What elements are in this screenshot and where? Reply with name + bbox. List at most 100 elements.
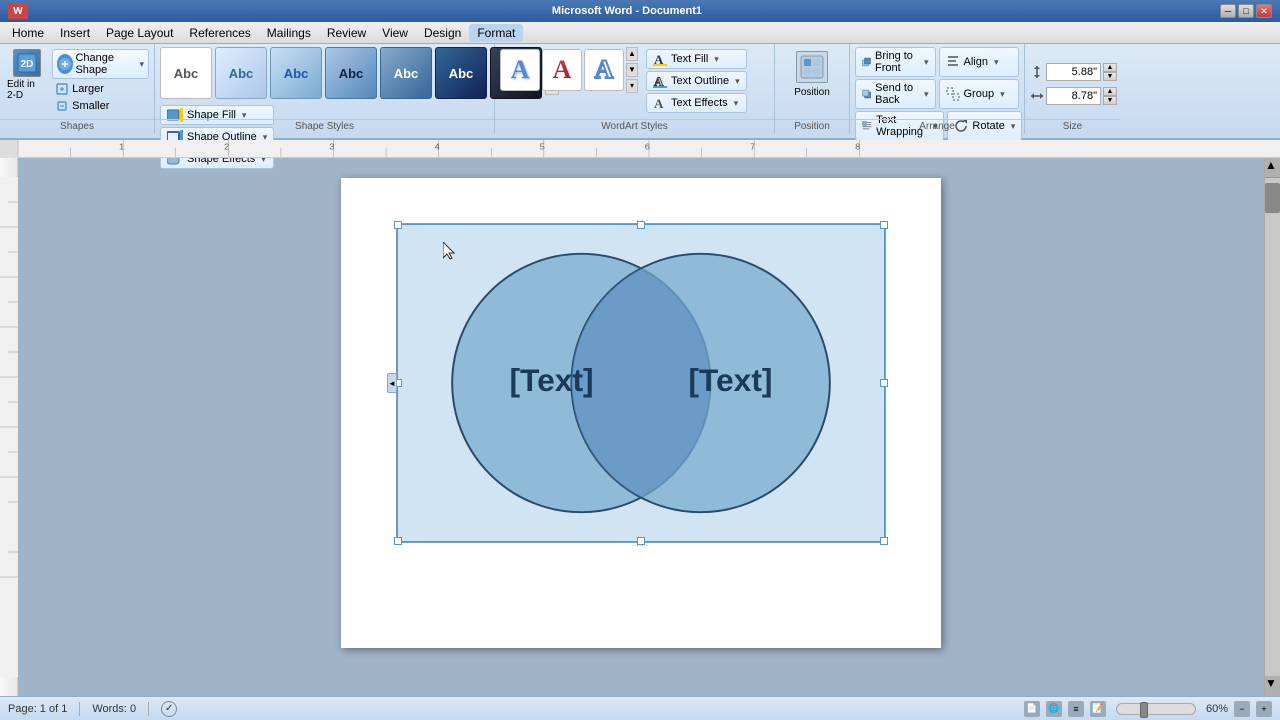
- height-spinner: ▲ ▼: [1103, 63, 1117, 81]
- swatch-5[interactable]: Abc: [380, 47, 432, 99]
- position-content: Position: [780, 47, 844, 120]
- height-icon: [1030, 65, 1044, 79]
- scroll-thumb[interactable]: [1265, 183, 1280, 213]
- svg-text:4: 4: [434, 142, 439, 151]
- bring-to-front-button[interactable]: Bring to Front ▾: [855, 47, 936, 77]
- svg-text:5: 5: [540, 142, 545, 151]
- menu-references[interactable]: References: [181, 24, 258, 42]
- menu-design[interactable]: Design: [416, 24, 469, 42]
- document: [Text] [Text] ···· ···· ◄: [341, 178, 941, 648]
- handle-middle-right[interactable]: [880, 379, 888, 387]
- arrange-group: Bring to Front ▾ Align ▾ Send to Back ▾: [850, 44, 1025, 134]
- text-fill-button[interactable]: A Text Fill ▾: [646, 49, 747, 69]
- menu-bar: Home Insert Page Layout References Maili…: [0, 22, 1280, 44]
- canvas-area[interactable]: [Text] [Text] ···· ···· ◄: [18, 158, 1264, 696]
- swatch-6[interactable]: Abc: [435, 47, 487, 99]
- handle-top-right[interactable]: [880, 221, 888, 229]
- shapes-group-title: Shapes: [0, 119, 154, 132]
- collapse-handle-left[interactable]: ◄: [387, 373, 397, 393]
- menu-home[interactable]: Home: [4, 24, 52, 42]
- send-back-arrow: ▾: [924, 89, 929, 100]
- text-fill-icon: A: [653, 52, 667, 66]
- title-bar-text: Microsoft Word - Document1: [34, 5, 1220, 17]
- app-icon: W: [8, 3, 28, 19]
- view-outline-icon[interactable]: ≡: [1068, 701, 1084, 717]
- swatch-2[interactable]: Abc: [215, 47, 267, 99]
- wordart-style-3[interactable]: A: [584, 49, 624, 91]
- text-effects-label: Text Effects: [671, 97, 728, 109]
- zoom-in-icon[interactable]: +: [1256, 701, 1272, 717]
- wordart-down[interactable]: ▼: [626, 63, 638, 77]
- menu-review[interactable]: Review: [319, 24, 374, 42]
- view-draft-icon[interactable]: 📝: [1090, 701, 1106, 717]
- larger-icon: [56, 83, 68, 95]
- group-button[interactable]: Group ▾: [939, 79, 1020, 109]
- swatch-1[interactable]: Abc: [160, 47, 212, 99]
- wordart-title: WordArt Styles: [495, 119, 774, 132]
- view-normal-icon[interactable]: 📄: [1024, 701, 1040, 717]
- title-bar-buttons: ─ □ ✕: [1220, 4, 1272, 18]
- change-shape-button[interactable]: Change Shape ▾: [52, 49, 149, 79]
- svg-text:2D: 2D: [20, 59, 33, 70]
- zoom-slider-track[interactable]: [1116, 703, 1196, 715]
- text-outline-button[interactable]: A Text Outline ▾: [646, 71, 747, 91]
- right-scrollbar[interactable]: ▲ ▼: [1264, 158, 1280, 696]
- size-content: ▲ ▼ ▲ ▼: [1030, 47, 1115, 120]
- wordart-expand[interactable]: ▾: [626, 79, 638, 93]
- diagram-selection: [397, 224, 885, 542]
- menu-view[interactable]: View: [374, 24, 416, 42]
- width-icon: [1030, 89, 1044, 103]
- arrange-row1: Bring to Front ▾ Align ▾: [855, 47, 1019, 77]
- diagram-container[interactable]: [Text] [Text] ···· ···· ◄: [396, 223, 886, 543]
- svg-text:3: 3: [329, 142, 334, 151]
- edit-label: Edit in 2-D: [7, 79, 46, 101]
- wordart-style-1[interactable]: A: [500, 49, 540, 91]
- handle-top-left[interactable]: [394, 221, 402, 229]
- wordart-letters: A A A ▲ ▼ ▾: [500, 47, 638, 93]
- send-to-back-button[interactable]: Send to Back ▾: [855, 79, 936, 109]
- menu-format[interactable]: Format: [469, 24, 523, 42]
- maximize-button[interactable]: □: [1238, 4, 1254, 18]
- zoom-out-icon[interactable]: −: [1234, 701, 1250, 717]
- width-down[interactable]: ▼: [1103, 96, 1117, 105]
- menu-mailings[interactable]: Mailings: [259, 24, 319, 42]
- group-icon: [946, 87, 960, 101]
- swatch-3[interactable]: Abc: [270, 47, 322, 99]
- handle-bottom-right[interactable]: [880, 537, 888, 545]
- bring-to-front-label: Bring to Front: [875, 50, 918, 74]
- smaller-label: Smaller: [72, 100, 109, 112]
- svg-text:A: A: [654, 96, 664, 110]
- view-web-icon[interactable]: 🌐: [1046, 701, 1062, 717]
- position-button[interactable]: Position: [790, 47, 834, 102]
- text-fill-arrow: ▾: [714, 54, 719, 65]
- height-up[interactable]: ▲: [1103, 63, 1117, 72]
- align-icon: [946, 55, 960, 69]
- svg-text:1: 1: [119, 142, 124, 151]
- menu-insert[interactable]: Insert: [52, 24, 98, 42]
- height-input[interactable]: [1046, 63, 1101, 81]
- main-area: [Text] [Text] ···· ···· ◄ ▲ ▼: [0, 158, 1280, 696]
- scroll-down[interactable]: ▼: [1265, 676, 1280, 696]
- swatch-4[interactable]: Abc: [325, 47, 377, 99]
- proofing-icon[interactable]: ✓: [161, 701, 177, 717]
- edit-in-2d-button[interactable]: 2D Edit in 2-D: [5, 47, 48, 103]
- close-button[interactable]: ✕: [1256, 4, 1272, 18]
- larger-label: Larger: [72, 83, 104, 95]
- minimize-button[interactable]: ─: [1220, 4, 1236, 18]
- text-effects-button[interactable]: A Text Effects ▾: [646, 93, 747, 113]
- align-button[interactable]: Align ▾: [939, 47, 1020, 77]
- width-input[interactable]: [1046, 87, 1101, 105]
- height-down[interactable]: ▼: [1103, 72, 1117, 81]
- menu-page-layout[interactable]: Page Layout: [98, 24, 181, 42]
- width-up[interactable]: ▲: [1103, 87, 1117, 96]
- scroll-up[interactable]: ▲: [1265, 158, 1280, 178]
- smaller-icon: [56, 100, 68, 112]
- wordart-up[interactable]: ▲: [626, 47, 638, 61]
- zoom-slider-thumb[interactable]: [1140, 702, 1148, 718]
- handle-bottom-left[interactable]: [394, 537, 402, 545]
- move-indicator-bottom: ····: [632, 541, 651, 550]
- arrange-title: Arrange: [850, 119, 1024, 132]
- smaller-button[interactable]: Smaller: [52, 99, 149, 113]
- wordart-style-2[interactable]: A: [542, 49, 582, 91]
- larger-button[interactable]: Larger: [52, 82, 149, 96]
